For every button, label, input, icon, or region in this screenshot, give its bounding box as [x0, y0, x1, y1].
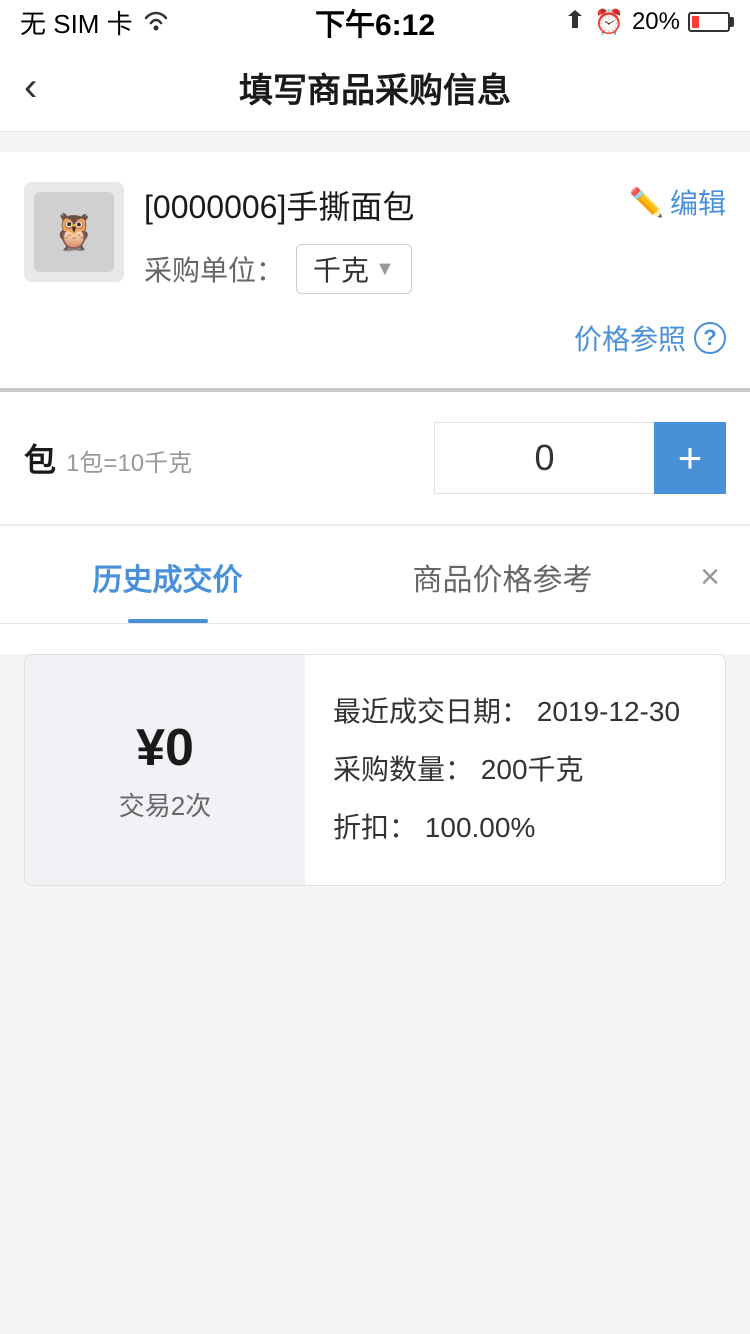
- quantity-plus-button[interactable]: +: [654, 422, 726, 494]
- recent-date-value: 2019-12-30: [537, 696, 680, 727]
- history-trades: 交易2次: [119, 786, 211, 823]
- price-ref-link[interactable]: 价格参照: [574, 318, 686, 358]
- quantity-unit: 包: [24, 435, 56, 481]
- status-time: 下午6:12: [315, 0, 435, 44]
- price-symbol: ¥: [136, 719, 165, 777]
- battery-icon: [688, 12, 730, 32]
- product-card: 🦉 [0000006]手撕面包 采购单位： 千克 ▼ ✏️ 编辑: [0, 152, 750, 388]
- quantity-value-detail: 200千克: [481, 754, 584, 785]
- tab-close-button[interactable]: ×: [670, 530, 750, 621]
- quantity-input[interactable]: [434, 422, 654, 494]
- product-image: 🦉: [24, 182, 124, 282]
- edit-button[interactable]: ✏️ 编辑: [629, 182, 726, 222]
- chevron-down-icon: ▼: [375, 258, 395, 281]
- edit-icon: ✏️: [629, 186, 664, 219]
- discount-label: 折扣：: [333, 812, 417, 843]
- product-thumbnail: 🦉: [52, 211, 97, 253]
- tab-price-ref[interactable]: 商品价格参考: [335, 527, 670, 623]
- status-left: 无 SIM 卡: [20, 4, 171, 41]
- recent-date-label: 最近成交日期：: [333, 696, 529, 727]
- product-unit-row: 采购单位： 千克 ▼: [144, 244, 629, 294]
- carrier-text: 无 SIM 卡: [20, 4, 133, 41]
- tab-history-price[interactable]: 历史成交价: [0, 527, 335, 623]
- tab-content: ¥0 交易2次 最近成交日期： 2019-12-30 采购数量： 200千克 折…: [0, 654, 750, 1254]
- quantity-row: 包 1包=10千克 +: [0, 392, 750, 525]
- back-button[interactable]: ‹: [24, 65, 37, 110]
- nav-bar: ‹ 填写商品采购信息: [0, 44, 750, 132]
- alarm-icon: ⏰: [594, 8, 624, 37]
- tab-section: 历史成交价 商品价格参考 × ¥0 交易2次 最近成交日期： 2019-12-3…: [0, 527, 750, 1254]
- location-icon: [564, 8, 586, 37]
- price-ref-row: 价格参照 ?: [574, 318, 726, 358]
- help-icon[interactable]: ?: [694, 322, 726, 354]
- quantity-label: 包 1包=10千克: [24, 435, 192, 481]
- discount-value: 100.00%: [425, 812, 536, 843]
- status-bar: 无 SIM 卡 下午6:12 ⏰ 20%: [0, 0, 750, 44]
- unit-value: 千克: [313, 249, 369, 289]
- unit-label: 采购单位：: [144, 249, 284, 289]
- status-right: ⏰ 20%: [564, 8, 730, 37]
- discount-row: 折扣： 100.00%: [333, 807, 697, 849]
- quantity-row-detail: 采购数量： 200千克: [333, 749, 697, 791]
- product-left: 🦉 [0000006]手撕面包 采购单位： 千克 ▼: [24, 182, 629, 294]
- history-price: ¥0: [136, 718, 194, 778]
- history-detail-section: 最近成交日期： 2019-12-30 采购数量： 200千克 折扣： 100.0…: [305, 655, 725, 885]
- product-info: [0000006]手撕面包 采购单位： 千克 ▼: [144, 182, 629, 294]
- unit-select[interactable]: 千克 ▼: [296, 244, 412, 294]
- tab-header: 历史成交价 商品价格参考 ×: [0, 527, 750, 624]
- quantity-input-group: +: [434, 422, 726, 494]
- wifi-icon: [141, 7, 171, 38]
- history-price-section: ¥0 交易2次: [25, 655, 305, 885]
- battery-percent: 20%: [632, 8, 680, 36]
- quantity-conversion: 1包=10千克: [66, 443, 192, 478]
- page-title: 填写商品采购信息: [239, 63, 511, 112]
- history-card: ¥0 交易2次 最近成交日期： 2019-12-30 采购数量： 200千克 折…: [24, 654, 726, 886]
- price-amount: 0: [165, 719, 194, 777]
- quantity-label-detail: 采购数量：: [333, 754, 473, 785]
- recent-date-row: 最近成交日期： 2019-12-30: [333, 691, 697, 733]
- product-name: [0000006]手撕面包: [144, 182, 629, 228]
